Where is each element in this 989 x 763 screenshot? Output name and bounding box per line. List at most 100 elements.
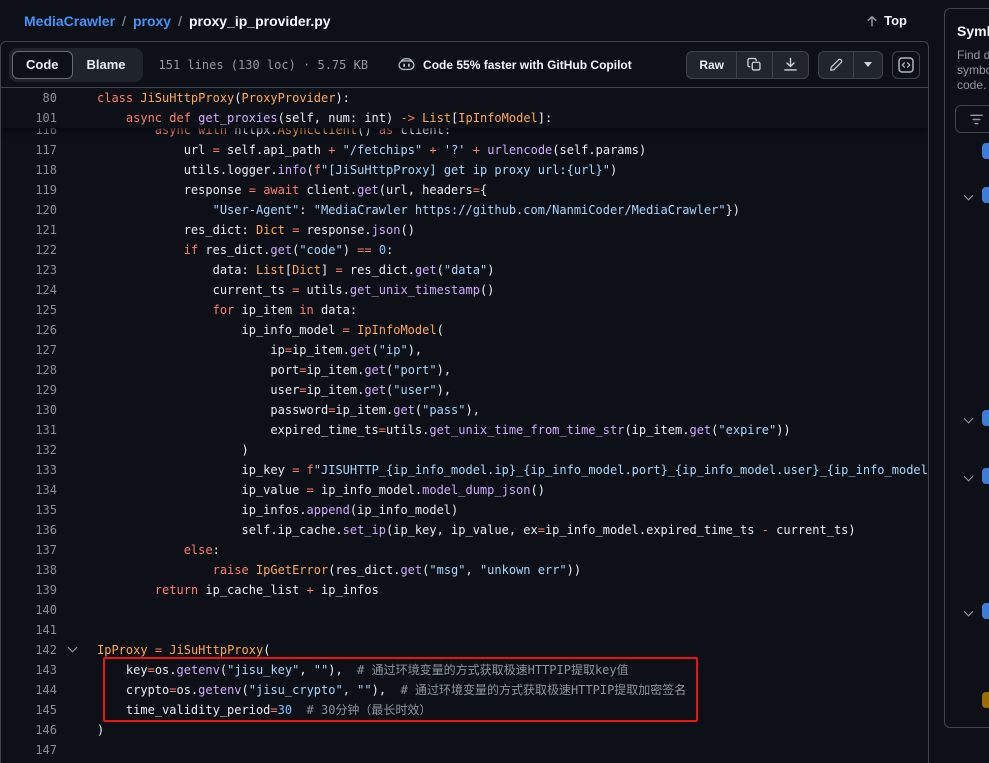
raw-button-group: Raw <box>686 51 809 79</box>
line-number[interactable]: 128 <box>1 360 57 380</box>
symbol-list-item[interactable] <box>945 466 989 486</box>
line-gutter <box>57 140 97 160</box>
code-line-text: ip_key = f"JISUHTTP_{ip_info_model.ip}_{… <box>97 460 928 480</box>
code-line-text: self.ip_cache.set_ip(ip_key, ip_value, e… <box>97 520 856 540</box>
symbol-kind-badge <box>982 143 989 159</box>
line-number[interactable]: 122 <box>1 240 57 260</box>
code-line-text: url = self.api_path + "/fetchips" + '?' … <box>97 140 646 160</box>
breadcrumb-folder-link[interactable]: proxy <box>133 13 171 29</box>
line-number[interactable]: 135 <box>1 500 57 520</box>
symbol-list-item[interactable] <box>945 408 989 428</box>
line-number[interactable]: 140 <box>1 600 57 620</box>
symbol-list-item[interactable] <box>945 185 989 205</box>
line-gutter <box>57 400 97 420</box>
code-square-icon <box>898 57 914 73</box>
line-number[interactable]: 136 <box>1 520 57 540</box>
code-line-text: "User-Agent": "MediaCrawler https://gith… <box>97 200 740 220</box>
code-line-text: port=ip_item.get("port"), <box>97 360 451 380</box>
code-line: 132 ) <box>1 440 928 460</box>
code-line: 122 if res_dict.get("code") == 0: <box>1 240 928 260</box>
code-line: 135 ip_infos.append(ip_info_model) <box>1 500 928 520</box>
scroll-to-top-link[interactable]: Top <box>865 13 907 28</box>
line-number[interactable]: 118 <box>1 160 57 180</box>
line-number[interactable]: 143 <box>1 660 57 680</box>
breadcrumb-separator: / <box>178 13 182 29</box>
code-line: 80 class JiSuHttpProxy(ProxyProvider): <box>1 88 928 108</box>
code-line-text: else: <box>97 540 220 560</box>
copilot-icon <box>398 56 415 73</box>
file-box: Code Blame 151 lines (130 loc) · 5.75 KB… <box>0 41 929 763</box>
code-line-text: expired_time_ts=utils.get_unix_time_from… <box>97 420 791 440</box>
line-number[interactable]: 120 <box>1 200 57 220</box>
line-number[interactable]: 124 <box>1 280 57 300</box>
line-number[interactable]: 131 <box>1 420 57 440</box>
line-number[interactable]: 147 <box>1 740 57 760</box>
edit-file-button[interactable] <box>819 52 853 78</box>
symbols-panel: Symbols Find definitions and references … <box>944 8 989 728</box>
tab-blame[interactable]: Blame <box>73 51 140 79</box>
line-number[interactable]: 117 <box>1 140 57 160</box>
line-gutter <box>57 260 97 280</box>
line-gutter <box>57 380 97 400</box>
code-line-text: crypto=os.getenv("jisu_crypto", ""), # 通… <box>97 680 686 700</box>
symbol-list-item[interactable] <box>945 690 989 710</box>
code-line: 123 data: List[Dict] = res_dict.get("dat… <box>1 260 928 280</box>
line-number[interactable]: 132 <box>1 440 57 460</box>
line-number[interactable]: 126 <box>1 320 57 340</box>
symbol-kind-badge <box>982 692 989 708</box>
line-gutter <box>57 600 97 620</box>
line-number[interactable]: 141 <box>1 620 57 640</box>
code-line: 143 key=os.getenv("jisu_key", ""), # 通过环… <box>1 660 928 680</box>
line-number[interactable]: 138 <box>1 560 57 580</box>
tab-code[interactable]: Code <box>12 51 73 79</box>
symbol-list-item[interactable] <box>945 601 989 621</box>
chevron-down-icon[interactable] <box>964 607 974 617</box>
code-line-text: for ip_item in data: <box>97 300 357 320</box>
line-number[interactable]: 139 <box>1 580 57 600</box>
line-number[interactable]: 123 <box>1 260 57 280</box>
breadcrumb-repo-link[interactable]: MediaCrawler <box>24 13 115 29</box>
code-line-text: class JiSuHttpProxy(ProxyProvider): <box>97 88 350 108</box>
line-number[interactable]: 145 <box>1 700 57 720</box>
line-number[interactable]: 130 <box>1 400 57 420</box>
line-number[interactable]: 125 <box>1 300 57 320</box>
code-line: 127 ip=ip_item.get("ip"), <box>1 340 928 360</box>
chevron-down-icon[interactable] <box>964 472 974 482</box>
copy-raw-button[interactable] <box>736 52 772 78</box>
download-raw-button[interactable] <box>772 52 808 78</box>
line-number[interactable]: 121 <box>1 220 57 240</box>
symbols-filter-input[interactable] <box>955 105 989 133</box>
chevron-down-icon[interactable] <box>964 191 974 201</box>
symbol-kind-badge <box>982 468 989 484</box>
code-line: 118 utils.logger.info(f"[JiSuHttpProxy] … <box>1 160 928 180</box>
line-number[interactable]: 142 <box>1 640 57 660</box>
symbols-panel-toggle-button[interactable] <box>892 51 920 79</box>
line-number[interactable]: 101 <box>1 108 57 128</box>
code-line: 134 ip_value = ip_info_model.model_dump_… <box>1 480 928 500</box>
code-line-text: response = await client.get(url, headers… <box>97 180 487 200</box>
code-line-text: ip=ip_item.get("ip"), <box>97 340 422 360</box>
line-number[interactable]: 144 <box>1 680 57 700</box>
file-meta-info: 151 lines (130 loc) · 5.75 KB <box>159 58 369 72</box>
line-number[interactable]: 127 <box>1 340 57 360</box>
breadcrumb-bar: MediaCrawler / proxy / proxy_ip_provider… <box>0 0 929 41</box>
symbol-list-item[interactable] <box>945 141 989 161</box>
line-number[interactable]: 129 <box>1 380 57 400</box>
edit-dropdown-button[interactable] <box>853 52 882 78</box>
line-number[interactable]: 133 <box>1 460 57 480</box>
fold-chevron-down-icon[interactable] <box>68 643 78 653</box>
chevron-down-icon[interactable] <box>964 414 974 424</box>
code-line: 139 return ip_cache_list + ip_infos <box>1 580 928 600</box>
line-number[interactable]: 80 <box>1 88 57 108</box>
line-number[interactable]: 137 <box>1 540 57 560</box>
raw-button[interactable]: Raw <box>687 52 736 78</box>
line-gutter <box>57 640 97 660</box>
line-gutter <box>57 200 97 220</box>
line-number[interactable]: 119 <box>1 180 57 200</box>
copilot-banner[interactable]: Code 55% faster with GitHub Copilot <box>398 56 632 73</box>
code-line: 101 async def get_proxies(self, num: int… <box>1 108 928 128</box>
code-line: 117 url = self.api_path + "/fetchips" + … <box>1 140 928 160</box>
line-number[interactable]: 146 <box>1 720 57 740</box>
line-number[interactable]: 134 <box>1 480 57 500</box>
sticky-scope-lines: 80class JiSuHttpProxy(ProxyProvider):101… <box>1 88 928 128</box>
